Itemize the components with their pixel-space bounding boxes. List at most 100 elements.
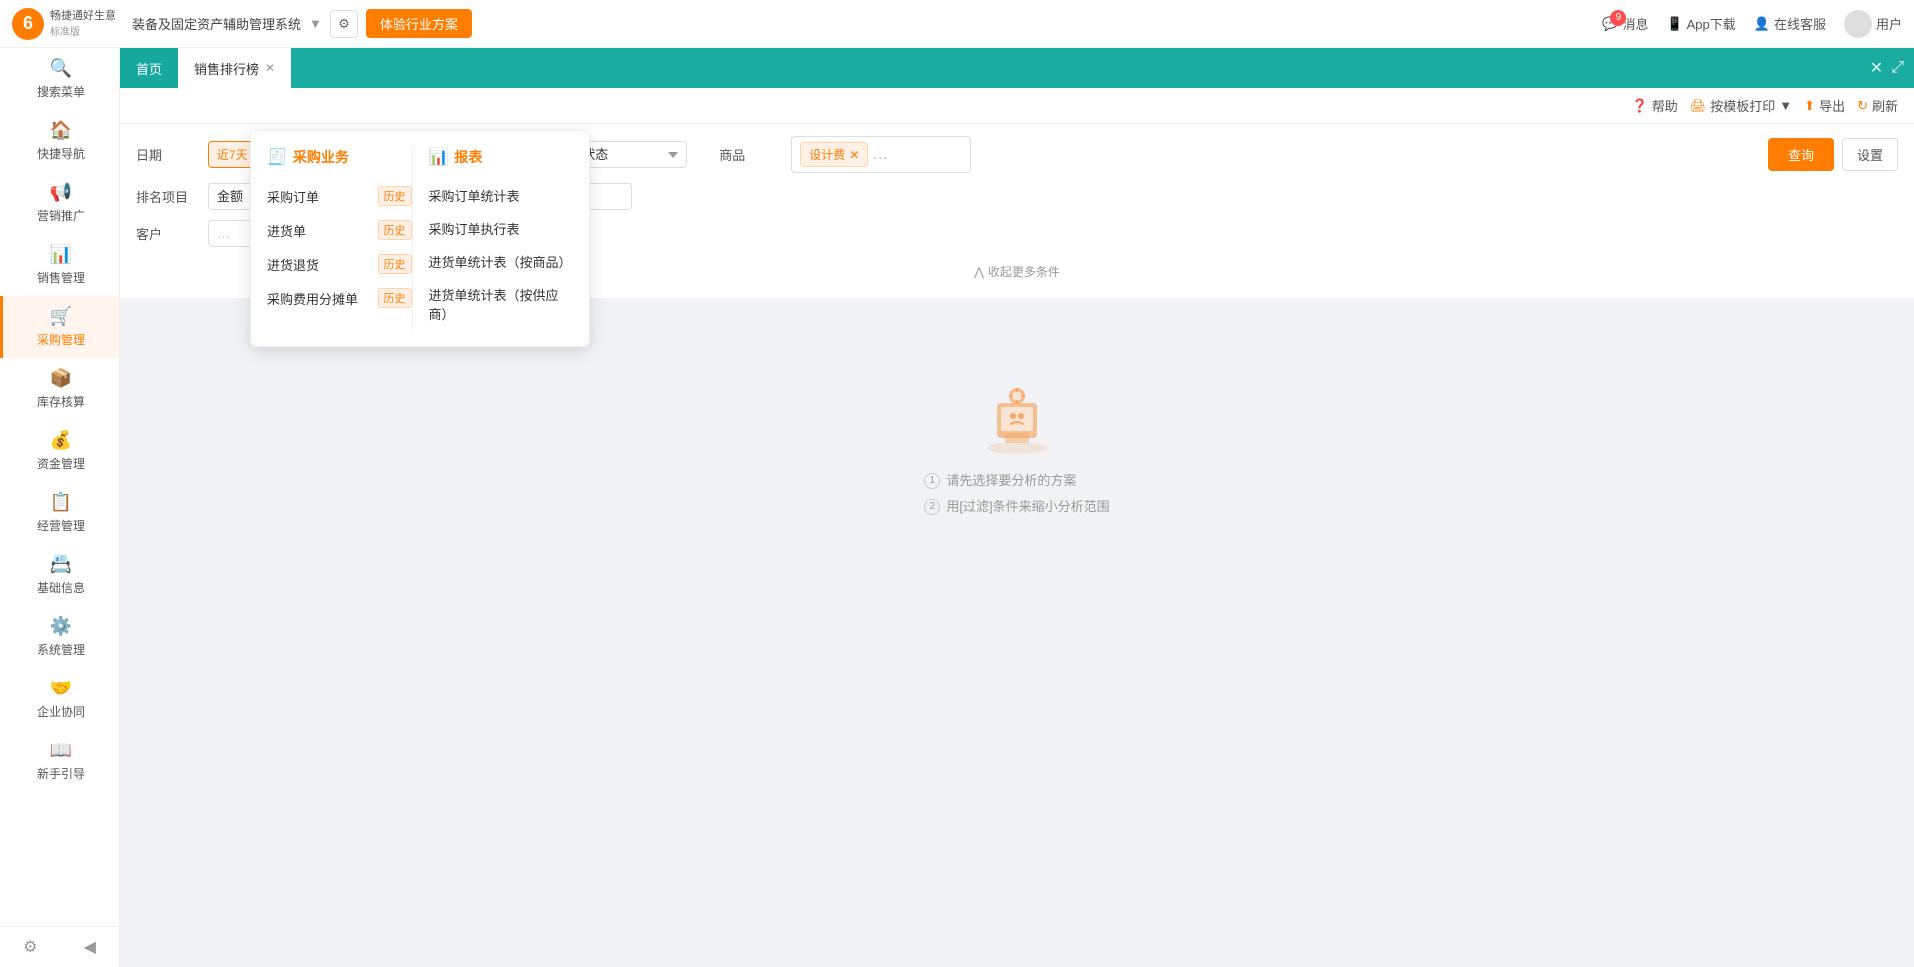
dropdown-reports-col: 📊 报表 采购订单统计表 采购订单执行表 进货单统计表（按商品） 进货单统计表（… bbox=[412, 147, 574, 330]
dropdown-item-receipt-supplier[interactable]: 进货单统计表（按供应商） bbox=[429, 278, 574, 330]
sidebar-item-quick-nav[interactable]: 🏠 快捷导航 bbox=[0, 110, 119, 172]
sidebar-item-finance[interactable]: 💰 资金管理 bbox=[0, 420, 119, 482]
dropdown-item-receipt-goods-label: 进货单统计表（按商品） bbox=[429, 252, 572, 271]
refresh-btn[interactable]: ↻ 刷新 bbox=[1857, 96, 1898, 115]
tab-bar-right: ✕ ⤢ bbox=[1870, 58, 1914, 78]
industry-button[interactable]: 体验行业方案 bbox=[366, 9, 472, 38]
goods-more-icon[interactable]: … bbox=[872, 146, 888, 164]
dropdown-item-expense[interactable]: 采购费用分摊单 历史 bbox=[267, 281, 412, 315]
tab-home[interactable]: 首页 bbox=[120, 48, 178, 88]
dropdown-item-receipt-supplier-label: 进货单统计表（按供应商） bbox=[429, 285, 574, 323]
dropdown-item-receipt-goods[interactable]: 进货单统计表（按商品） bbox=[429, 245, 574, 278]
inventory-icon: 📦 bbox=[50, 368, 72, 389]
sidebar-bottom: ⚙ ◀ bbox=[0, 926, 119, 967]
sidebar-item-cooperation[interactable]: 🤝 企业协同 bbox=[0, 668, 119, 730]
po-history-badge: 历史 bbox=[378, 186, 412, 206]
sidebar-item-search[interactable]: 🔍 搜索菜单 bbox=[0, 48, 119, 110]
refresh-icon: ↻ bbox=[1857, 98, 1868, 114]
main-layout: 🔍 搜索菜单 🏠 快捷导航 📢 营销推广 📊 销售管理 🛒 采购管理 📦 库存核… bbox=[0, 48, 1914, 967]
search-icon: 🔍 bbox=[50, 58, 72, 79]
sidebar-item-operations[interactable]: 📋 经营管理 bbox=[0, 482, 119, 544]
sidebar-item-label-purchase: 采购管理 bbox=[37, 331, 85, 348]
help-label: 帮助 bbox=[1652, 96, 1678, 115]
sidebar-item-guide[interactable]: 📖 新手引导 bbox=[0, 730, 119, 792]
collapse-up-icon: ⋀ bbox=[974, 265, 984, 279]
reports-col-icon: 📊 bbox=[429, 147, 449, 167]
phone-icon: 📱 bbox=[1666, 16, 1682, 32]
dropdown-item-return-label: 进货退货 bbox=[267, 255, 319, 274]
user-label: 用户 bbox=[1876, 14, 1902, 33]
tab-maximize-icon[interactable]: ⤢ bbox=[1891, 59, 1904, 77]
goods-chip-close[interactable]: ✕ bbox=[849, 148, 859, 162]
tab-close-btn[interactable]: ✕ bbox=[265, 61, 275, 75]
app-download-label: App下载 bbox=[1687, 14, 1736, 33]
logo-area: 6 畅捷通好生意 标准版 bbox=[12, 8, 132, 40]
dropdown-item-expense-label: 采购费用分摊单 bbox=[267, 289, 358, 308]
system-dropdown-icon[interactable]: ▼ bbox=[309, 16, 322, 31]
dropdown-item-po[interactable]: 采购订单 历史 bbox=[267, 179, 412, 213]
empty-step1: 1 请先选择要分析的方案 bbox=[924, 468, 1109, 494]
sidebar-item-label-inventory: 库存核算 bbox=[37, 393, 85, 410]
home-icon: 🏠 bbox=[50, 120, 72, 141]
collapse-text: 收起更多条件 bbox=[988, 263, 1060, 280]
sidebar-item-inventory[interactable]: 📦 库存核算 bbox=[0, 358, 119, 420]
ranking-label: 排名项目 bbox=[136, 187, 196, 206]
sales-icon: 📊 bbox=[50, 244, 72, 265]
purchase-icon: 🛒 bbox=[50, 306, 72, 327]
finance-icon: 💰 bbox=[50, 430, 72, 451]
goods-input[interactable]: 设计费 ✕ … bbox=[791, 136, 971, 173]
customer-placeholder: … bbox=[217, 226, 230, 241]
print-label: 按模板打印 bbox=[1710, 96, 1775, 115]
sidebar-settings-btn[interactable]: ⚙ bbox=[23, 937, 37, 957]
tab-sales-rank[interactable]: 销售排行榜 ✕ bbox=[178, 48, 291, 88]
online-service-item[interactable]: 👤 在线客服 bbox=[1754, 14, 1826, 33]
sidebar-item-label-cooperation: 企业协同 bbox=[37, 703, 85, 720]
dropdown-item-po-exec[interactable]: 采购订单执行表 bbox=[429, 212, 574, 245]
dropdown-reports-header: 📊 报表 bbox=[429, 147, 574, 167]
message-item[interactable]: 💬 9 消息 bbox=[1602, 14, 1648, 33]
sidebar-item-sales[interactable]: 📊 销售管理 bbox=[0, 234, 119, 296]
settings-button[interactable]: 设置 bbox=[1842, 138, 1898, 171]
sidebar-item-purchase[interactable]: 🛒 采购管理 bbox=[0, 296, 119, 358]
logo-icon: 6 bbox=[12, 8, 44, 40]
empty-illustration bbox=[977, 378, 1057, 458]
dropdown-item-return[interactable]: 进货退货 历史 bbox=[267, 247, 412, 281]
export-btn[interactable]: ⬆ 导出 bbox=[1804, 96, 1845, 115]
top-bar: 6 畅捷通好生意 标准版 装备及固定资产辅助管理系统 ▼ ⚙ 体验行业方案 💬 … bbox=[0, 0, 1914, 48]
sidebar-item-label-operations: 经营管理 bbox=[37, 517, 85, 534]
print-dropdown-icon[interactable]: ▼ bbox=[1779, 98, 1792, 113]
service-icon: 👤 bbox=[1754, 16, 1770, 32]
goods-chip-text: 设计费 bbox=[809, 146, 845, 163]
gear-button[interactable]: ⚙ bbox=[330, 10, 358, 38]
sidebar-item-label-basic-info: 基础信息 bbox=[37, 579, 85, 596]
tab-close-all-icon[interactable]: ✕ bbox=[1870, 58, 1883, 78]
dropdown-item-po-stats[interactable]: 采购订单统计表 bbox=[429, 179, 574, 212]
app-download-item[interactable]: 📱 App下载 bbox=[1666, 14, 1735, 33]
notification-badge: 💬 9 bbox=[1602, 16, 1618, 32]
date-label: 日期 bbox=[136, 145, 196, 164]
sidebar-item-label-search: 搜索菜单 bbox=[37, 83, 85, 100]
tab-sales-rank-label: 销售排行榜 bbox=[194, 59, 259, 78]
logo-sub: 标准版 bbox=[50, 23, 116, 38]
purchase-col-title: 采购业务 bbox=[293, 147, 349, 167]
purchase-col-icon: 🧾 bbox=[267, 147, 287, 167]
sidebar-item-label-sales: 销售管理 bbox=[37, 269, 85, 286]
sidebar-item-system[interactable]: ⚙️ 系统管理 bbox=[0, 606, 119, 668]
sidebar-item-basic-info[interactable]: 📇 基础信息 bbox=[0, 544, 119, 606]
user-item[interactable]: 用户 bbox=[1844, 10, 1902, 38]
sidebar-item-marketing[interactable]: 📢 营销推广 bbox=[0, 172, 119, 234]
sidebar-item-label-system: 系统管理 bbox=[37, 641, 85, 658]
reports-col-title: 报表 bbox=[454, 147, 482, 167]
system-icon: ⚙️ bbox=[50, 616, 72, 637]
dropdown-item-po-exec-label: 采购订单执行表 bbox=[429, 219, 520, 238]
print-btn[interactable]: 🖨 按模板打印 ▼ bbox=[1690, 96, 1792, 115]
query-button[interactable]: 查询 bbox=[1768, 138, 1834, 171]
user-avatar bbox=[1844, 10, 1872, 38]
dropdown-item-receipt[interactable]: 进货单 历史 bbox=[267, 213, 412, 247]
sidebar-collapse-btn[interactable]: ◀ bbox=[84, 937, 96, 957]
cooperation-icon: 🤝 bbox=[50, 678, 72, 699]
help-btn[interactable]: ❓ 帮助 bbox=[1632, 96, 1678, 115]
guide-icon: 📖 bbox=[50, 740, 72, 761]
system-name: 装备及固定资产辅助管理系统 bbox=[132, 14, 301, 33]
export-label: 导出 bbox=[1819, 96, 1845, 115]
